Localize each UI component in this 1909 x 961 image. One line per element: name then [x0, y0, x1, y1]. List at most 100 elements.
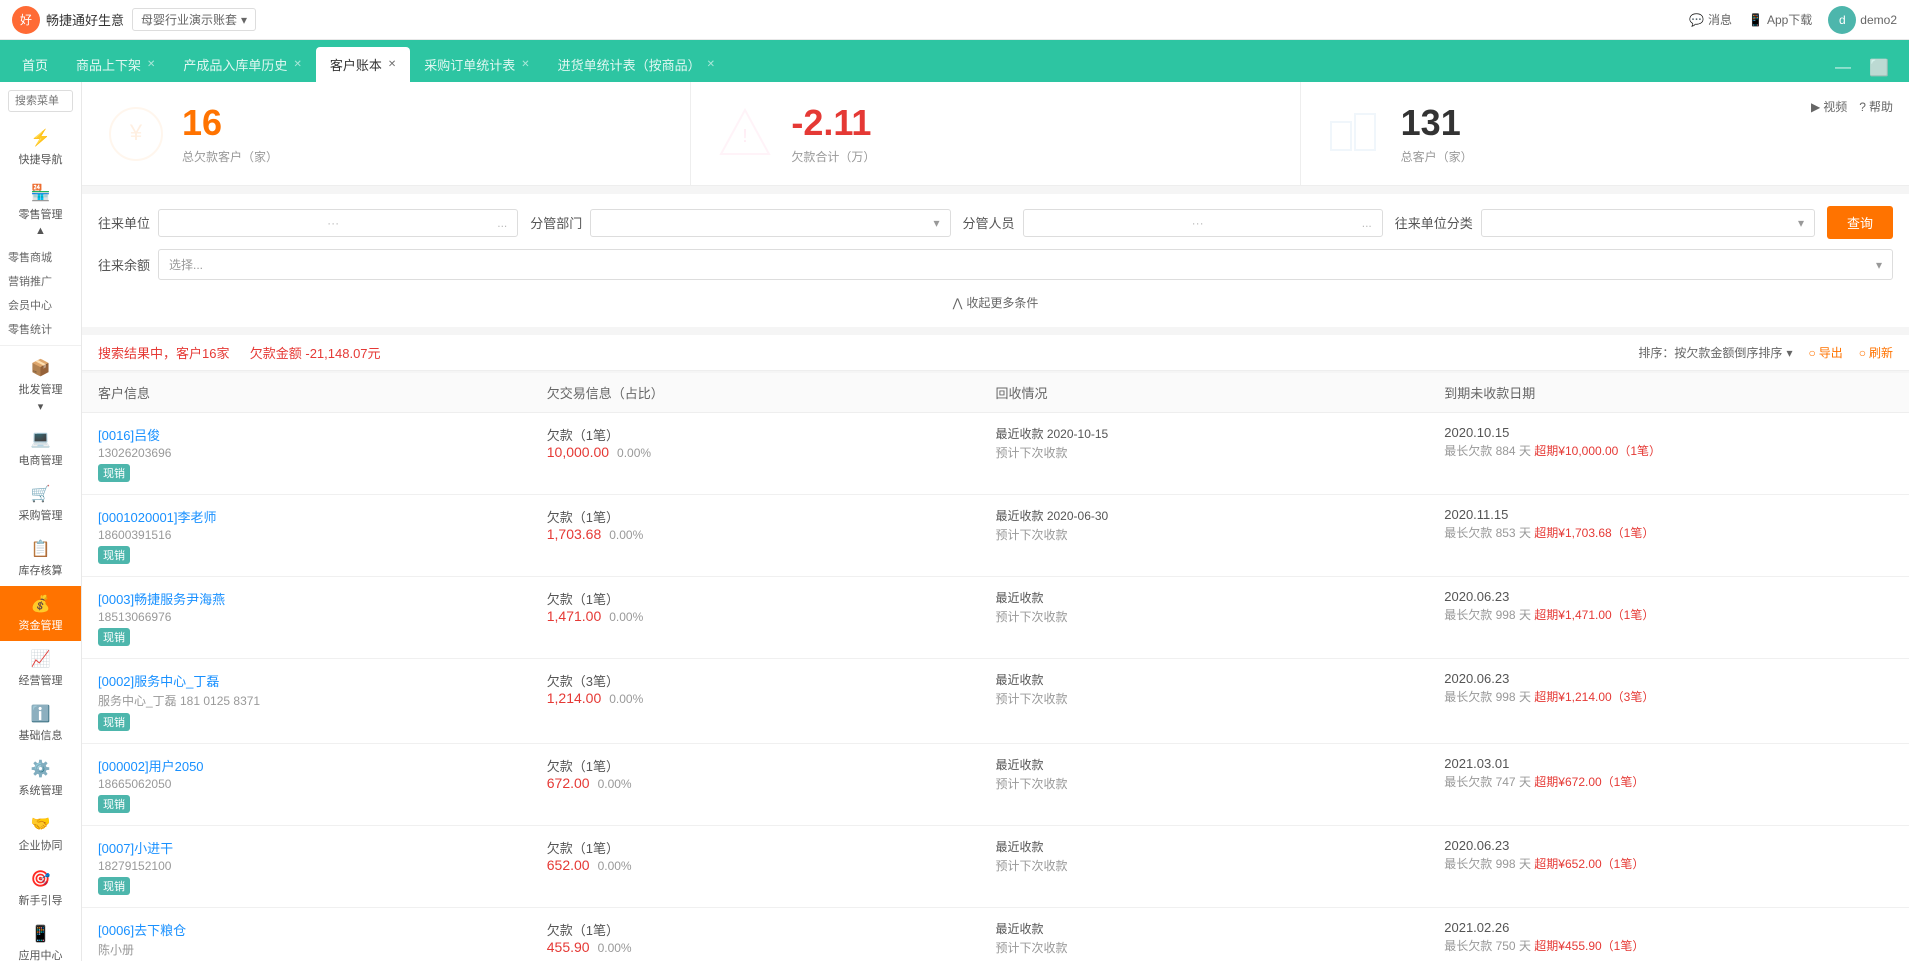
result-info: 搜索结果中，客户16家 欠款金额 -21,148.07元: [98, 343, 381, 362]
app-download-label: App下载: [1767, 11, 1812, 28]
sidebar-item-retail-stats[interactable]: 零售统计: [0, 317, 81, 341]
refresh-label: 刷新: [1869, 344, 1893, 361]
balance-select[interactable]: 选择... ▾: [158, 249, 1893, 280]
sidebar-item-quick-nav[interactable]: ⚡ 快捷导航: [0, 120, 81, 175]
overdue-date-4: 2021.03.01: [1444, 756, 1893, 771]
overdue-link-3[interactable]: 超期¥1,214.00（3笔）: [1534, 690, 1654, 704]
minimize-button[interactable]: —: [1829, 54, 1857, 82]
recovery-info-5: 最近收款 预计下次收款: [996, 838, 1445, 874]
sidebar-item-marketing[interactable]: 营销推广: [0, 269, 81, 293]
tab-home[interactable]: 首页: [8, 47, 62, 82]
result-text: 搜索结果中，客户16家: [98, 346, 229, 361]
maximize-button[interactable]: ⬜: [1865, 54, 1893, 82]
debt-desc-1: 欠款（1笔）: [547, 507, 996, 526]
col-header-recovery: 回收情况: [996, 383, 1445, 402]
customer-name-link-0[interactable]: [0016]吕俊: [98, 428, 160, 443]
unit-type-select[interactable]: ▾: [1481, 209, 1815, 237]
overdue-info-3: 2020.06.23 最长欠款 998 天 超期¥1,214.00（3笔）: [1444, 671, 1893, 705]
sidebar-item-purchase[interactable]: 🛒 采购管理: [0, 476, 81, 531]
sidebar-item-enterprise[interactable]: 🤝 企业协同: [0, 806, 81, 861]
tab-customer-ledger[interactable]: 客户账本 ✕: [316, 47, 410, 82]
sidebar-item-finance[interactable]: 💰 资金管理: [0, 586, 81, 641]
customer-name-link-2[interactable]: [0003]畅捷服务尹海燕: [98, 592, 225, 607]
last-collect-2: 最近收款: [996, 589, 1445, 606]
customer-name-link-1[interactable]: [0001020001]李老师: [98, 510, 217, 525]
chevron-down-icon: ▾: [241, 13, 247, 27]
tab-product-on-off[interactable]: 商品上下架 ✕: [62, 47, 169, 82]
sort-selector[interactable]: 排序：按欠款金额倒序排序 ▾: [1638, 344, 1792, 361]
sidebar-item-basic-info[interactable]: ℹ️ 基础信息: [0, 696, 81, 751]
collapse-button[interactable]: ⋀ 收起更多条件: [953, 294, 1039, 311]
sidebar-item-wholesale[interactable]: 📦 批发管理 ▾: [0, 350, 81, 421]
overdue-info-0: 2020.10.15 最长欠款 884 天 超期¥10,000.00（1笔）: [1444, 425, 1893, 459]
export-button[interactable]: ○ 导出: [1808, 344, 1842, 361]
sidebar-item-app-center[interactable]: 📱 应用中心: [0, 916, 81, 961]
debt-desc-6: 欠款（1笔）: [547, 920, 996, 939]
dept-select[interactable]: ▾: [590, 209, 950, 237]
sidebar-item-label: 会员中心: [8, 300, 52, 312]
video-label: 视频: [1823, 98, 1847, 115]
debt-desc-2: 欠款（1笔）: [547, 589, 996, 608]
customers-owed-label: 总欠款客户（家）: [182, 148, 666, 165]
table-row: [0003]畅捷服务尹海燕 18513066976 现销 欠款（1笔） 1,47…: [82, 577, 1909, 659]
overdue-link-4[interactable]: 超期¥672.00（1笔）: [1534, 775, 1644, 789]
close-icon[interactable]: ✕: [521, 59, 529, 70]
customer-info-2: [0003]畅捷服务尹海燕 18513066976 现销: [98, 589, 547, 646]
overdue-link-6[interactable]: 超期¥455.90（1笔）: [1534, 939, 1644, 953]
sidebar-item-member-center[interactable]: 会员中心: [0, 293, 81, 317]
help-button[interactable]: ? 帮助: [1859, 98, 1893, 115]
sidebar-item-retail-store[interactable]: 零售商城: [0, 245, 81, 269]
overdue-link-1[interactable]: 超期¥1,703.68（1笔）: [1534, 526, 1654, 540]
close-icon[interactable]: ✕: [147, 59, 155, 70]
sidebar-item-system[interactable]: ⚙️ 系统管理: [0, 751, 81, 806]
customer-phone-4: 18665062050: [98, 777, 547, 791]
card-total-customers: 131 总客户（家） ▶ 视频 ? 帮助: [1301, 82, 1909, 185]
overdue-link-2[interactable]: 超期¥1,471.00（1笔）: [1534, 608, 1654, 622]
card-body-2: -2.11 欠款合计（万）: [791, 102, 1275, 165]
sidebar-item-label: 经营管理: [19, 672, 63, 688]
from-unit-label: 往来单位: [98, 213, 150, 232]
last-collect-5: 最近收款: [996, 838, 1445, 855]
tab-label: 客户账本: [330, 55, 382, 74]
tab-product-history[interactable]: 产成品入库单历史 ✕: [169, 47, 315, 82]
person-label: 分管人员: [963, 213, 1015, 232]
sidebar-item-operations[interactable]: 📈 经营管理: [0, 641, 81, 696]
export-label: 导出: [1819, 344, 1843, 361]
customer-info-5: [0007]小进干 18279152100 现销: [98, 838, 547, 895]
result-bar: 搜索结果中，客户16家 欠款金额 -21,148.07元 排序：按欠款金额倒序排…: [82, 335, 1909, 371]
customer-name-link-4[interactable]: [000002]用户2050: [98, 759, 204, 774]
card-icon-customers: [1325, 104, 1385, 164]
overdue-link-0[interactable]: 超期¥10,000.00（1笔）: [1534, 444, 1661, 458]
search-input[interactable]: [8, 90, 73, 112]
debt-label: [233, 346, 246, 361]
sidebar-item-guide[interactable]: 🎯 新手引导: [0, 861, 81, 916]
sidebar-item-ecommerce[interactable]: 💻 电商管理: [0, 421, 81, 476]
user-menu[interactable]: d demo2: [1828, 6, 1897, 34]
app-download-button[interactable]: 📱 App下载: [1748, 11, 1812, 28]
customer-name-link-5[interactable]: [0007]小进干: [98, 841, 173, 856]
debt-info-2: 欠款（1笔） 1,471.000.00%: [547, 589, 996, 624]
person-input[interactable]: ···: [1023, 209, 1383, 237]
customer-name-link-3[interactable]: [0002]服务中心_丁磊: [98, 674, 219, 689]
search-button[interactable]: 查询: [1827, 206, 1893, 239]
close-icon[interactable]: ✕: [388, 59, 396, 70]
wholesale-icon: 📦: [31, 358, 51, 378]
message-button[interactable]: 💬 消息: [1689, 11, 1732, 28]
from-unit-input[interactable]: ···: [158, 209, 518, 237]
tab-purchase-order[interactable]: 采购订单统计表 ✕: [410, 47, 543, 82]
close-icon[interactable]: ✕: [707, 59, 715, 70]
overdue-info-4: 2021.03.01 最长欠款 747 天 超期¥672.00（1笔）: [1444, 756, 1893, 790]
tab-goods-stat[interactable]: 进货单统计表（按商品） ✕: [544, 47, 729, 82]
video-button[interactable]: ▶ 视频: [1811, 98, 1847, 115]
recovery-info-6: 最近收款 预计下次收款: [996, 920, 1445, 956]
sidebar-item-retail-mgmt[interactable]: 🏪 零售管理 ▲: [0, 175, 81, 245]
debt-amount-0: 10,000.00: [547, 444, 609, 460]
customer-name-link-6[interactable]: [0006]去下粮仓: [98, 923, 186, 938]
overdue-link-5[interactable]: 超期¥652.00（1笔）: [1534, 857, 1644, 871]
refresh-button[interactable]: ○ 刷新: [1859, 344, 1893, 361]
sidebar-item-inventory[interactable]: 📋 库存核算: [0, 531, 81, 586]
store-selector[interactable]: 母婴行业演示账套 ▾: [132, 8, 256, 31]
debt-info-4: 欠款（1笔） 672.000.00%: [547, 756, 996, 791]
close-icon[interactable]: ✕: [293, 59, 301, 70]
table-row: [0007]小进干 18279152100 现销 欠款（1笔） 652.000.…: [82, 826, 1909, 908]
